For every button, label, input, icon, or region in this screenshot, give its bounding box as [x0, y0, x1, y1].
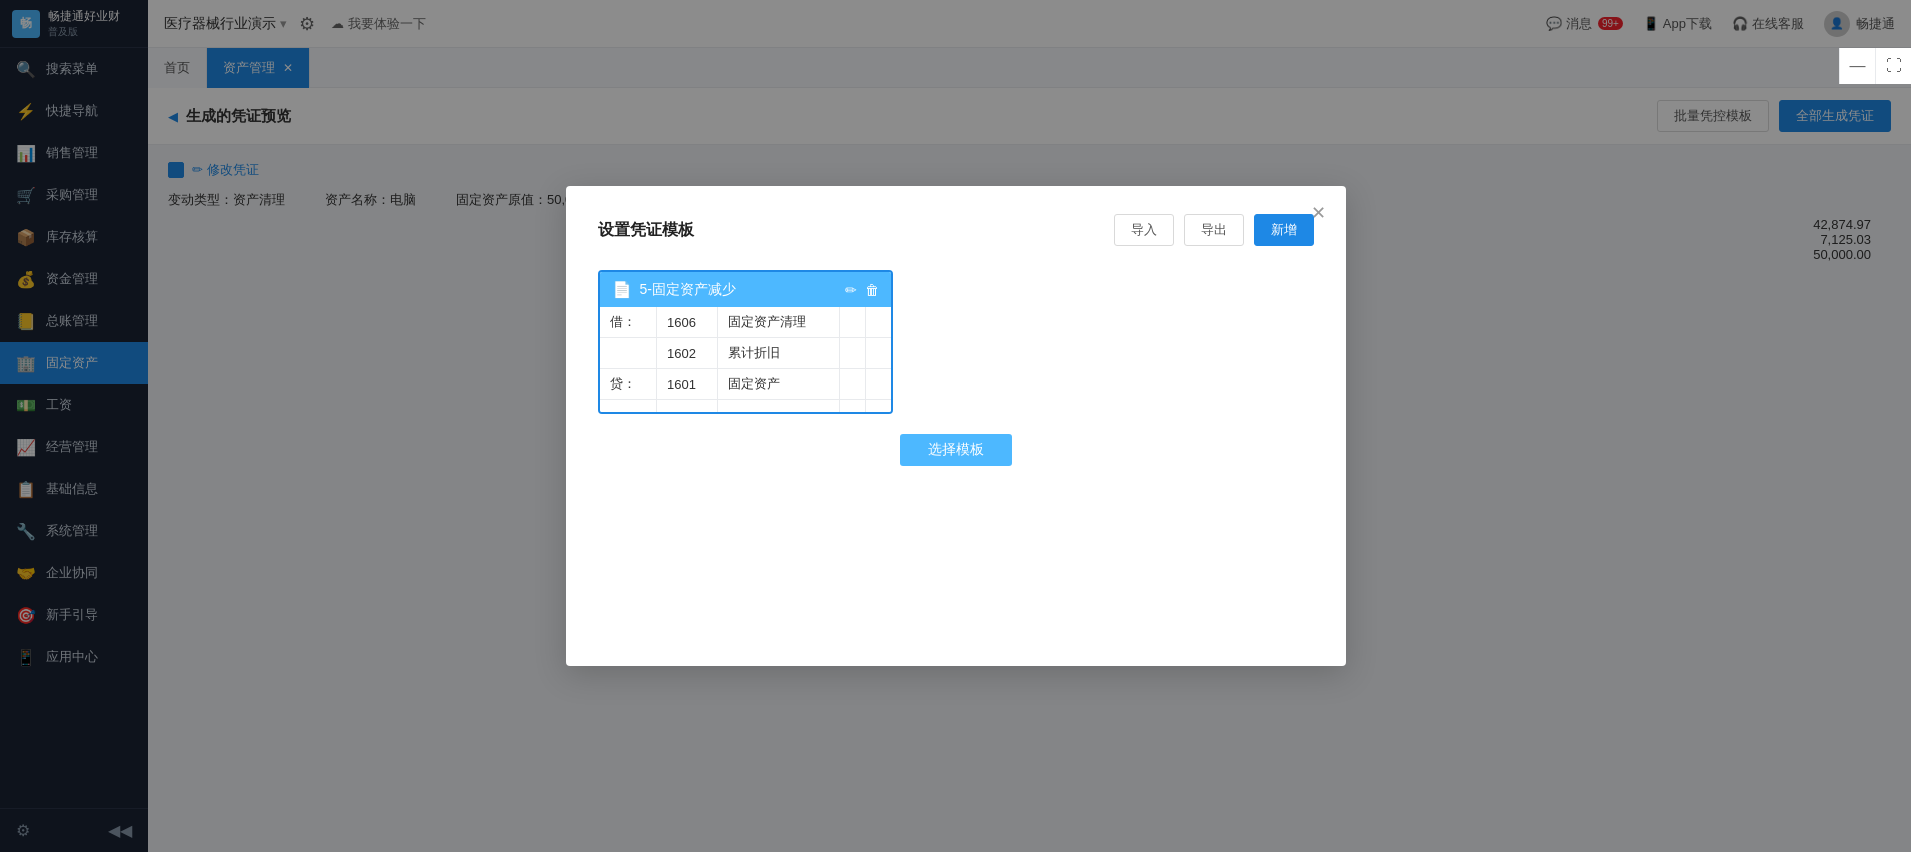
template-table: 借： 1606 固定资产清理 1602 累计折旧 贷：: [600, 307, 891, 412]
cell-empty-1: [840, 307, 866, 338]
account-name-3: 固定资产: [718, 369, 840, 400]
delete-template-icon[interactable]: 🗑: [865, 282, 879, 298]
new-template-button[interactable]: 新增: [1254, 214, 1314, 246]
debit-type-2: [600, 338, 657, 369]
cell-empty-2: [865, 307, 890, 338]
account-code-3: 1601: [657, 369, 718, 400]
template-tools: ✏ 🗑: [845, 282, 879, 298]
account-code-2: 1602: [657, 338, 718, 369]
account-name-2: 累计折旧: [718, 338, 840, 369]
table-row-empty: [600, 400, 891, 413]
account-code-1: 1606: [657, 307, 718, 338]
template-title: 5-固定资产减少: [640, 281, 736, 299]
doc-icon: 📄: [612, 280, 632, 299]
modal-actions: 导入 导出 新增: [1114, 214, 1314, 246]
template-modal: 设置凭证模板 导入 导出 新增 ✕ 📄 5-固定资产减少 ✏ 🗑 借：: [566, 186, 1346, 666]
cell-empty-3: [840, 338, 866, 369]
modal-header: 设置凭证模板 导入 导出 新增 ✕: [598, 214, 1314, 246]
account-name-1: 固定资产清理: [718, 307, 840, 338]
template-card-header: 📄 5-固定资产减少 ✏ 🗑: [600, 272, 891, 307]
window-controls: — ⛶: [1839, 48, 1911, 84]
modal-title: 设置凭证模板: [598, 220, 694, 241]
select-template-button[interactable]: 选择模板: [900, 434, 1012, 466]
import-button[interactable]: 导入: [1114, 214, 1174, 246]
table-row: 1602 累计折旧: [600, 338, 891, 369]
minimize-button[interactable]: —: [1839, 48, 1875, 84]
table-row: 贷： 1601 固定资产: [600, 369, 891, 400]
table-row: 借： 1606 固定资产清理: [600, 307, 891, 338]
modal-close-icon[interactable]: ✕: [1311, 204, 1326, 222]
cell-empty-6: [865, 369, 890, 400]
debit-type-1: 借：: [600, 307, 657, 338]
export-button[interactable]: 导出: [1184, 214, 1244, 246]
cell-empty-4: [865, 338, 890, 369]
template-card: 📄 5-固定资产减少 ✏ 🗑 借： 1606 固定资产清理: [598, 270, 893, 414]
credit-type: 贷：: [600, 369, 657, 400]
cell-empty-5: [840, 369, 866, 400]
template-body: 借： 1606 固定资产清理 1602 累计折旧 贷：: [600, 307, 891, 412]
template-title-area: 📄 5-固定资产减少: [612, 280, 736, 299]
maximize-button[interactable]: ⛶: [1875, 48, 1911, 84]
edit-template-icon[interactable]: ✏: [845, 282, 857, 298]
